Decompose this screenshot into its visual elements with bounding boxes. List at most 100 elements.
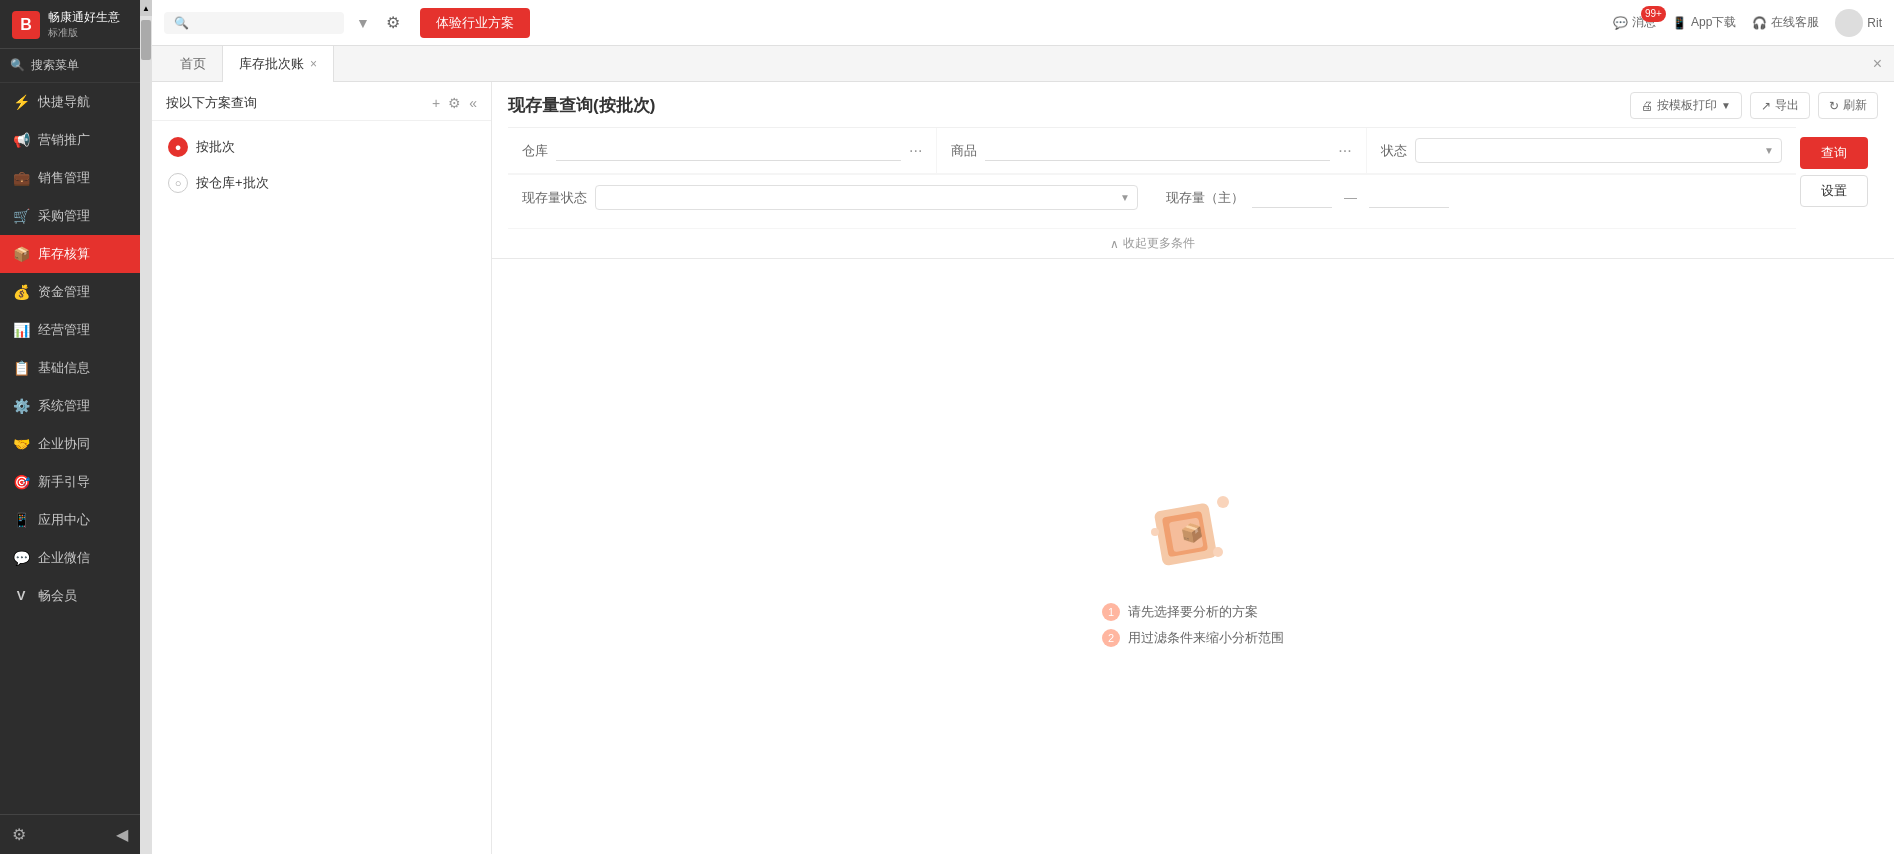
footer-collapse-icon[interactable]: ◀: [116, 825, 128, 844]
filter-row-1: 仓库 ··· 商品 ··· 状态: [508, 127, 1796, 174]
collapse-panel-icon[interactable]: «: [469, 95, 477, 111]
filter-row-2: 现存量状态 ▼ 现存量（主） —: [508, 174, 1796, 228]
scheme-item-by-batch[interactable]: ● 按批次: [152, 129, 491, 165]
message-icon: 💬: [1613, 16, 1628, 30]
sidebar-item-purchase[interactable]: 🛒 采购管理: [0, 197, 140, 235]
newbie-icon: 🎯: [12, 473, 30, 491]
filter-warehouse: 仓库 ···: [508, 128, 937, 174]
sidebar-scroll-track: ▲: [140, 0, 152, 854]
filter-status: 状态 ▼: [1367, 128, 1796, 174]
message-badge: 99+: [1641, 6, 1666, 22]
product-more-icon[interactable]: ···: [1338, 142, 1351, 160]
refresh-button[interactable]: ↻ 刷新: [1818, 92, 1878, 119]
status-select-wrapper: ▼: [1415, 138, 1782, 163]
mobile-icon: 📱: [1672, 16, 1687, 30]
wechat-icon: 💬: [12, 549, 30, 567]
filter-stock-quantity: 现存量（主） —: [1152, 175, 1796, 220]
topbar: 🔍 ▼ ⚙ 体验行业方案 💬 消息 99+ 📱 App下载 🎧 在线客服 Rit: [152, 0, 1894, 46]
sidebar-item-member[interactable]: V 畅会员: [0, 577, 140, 615]
stock-quantity-from[interactable]: [1252, 188, 1332, 208]
online-service-item[interactable]: 🎧 在线客服: [1752, 14, 1819, 31]
export-button[interactable]: ↗ 导出: [1750, 92, 1810, 119]
empty-tips: 1 请先选择要分析的方案 2 用过滤条件来缩小分析范围: [1102, 603, 1284, 647]
left-panel-actions: + ⚙ «: [432, 95, 477, 111]
svg-point-5: [1151, 528, 1159, 536]
sidebar-item-shortcut[interactable]: ⚡ 快捷导航: [0, 83, 140, 121]
topbar-search-input[interactable]: [195, 16, 315, 30]
inventory-icon: 📦: [12, 245, 30, 263]
scheme-item-warehouse-batch[interactable]: ○ 按仓库+批次: [152, 165, 491, 201]
operation-icon: 📊: [12, 321, 30, 339]
query-button[interactable]: 查询: [1800, 137, 1868, 169]
tab-inventory-batch[interactable]: 库存批次账 ×: [223, 46, 334, 82]
purchase-icon: 🛒: [12, 207, 30, 225]
trial-button[interactable]: 体验行业方案: [420, 8, 530, 38]
user-profile[interactable]: Rit: [1835, 9, 1882, 37]
sidebar-item-inventory[interactable]: 📦 库存核算: [0, 235, 140, 273]
filter-product: 商品 ···: [937, 128, 1366, 174]
sidebar-logo: B: [12, 11, 40, 39]
print-button[interactable]: 🖨 按模板打印 ▼: [1630, 92, 1742, 119]
tabbar-close-button[interactable]: ×: [1873, 55, 1882, 73]
query-header: 现存量查询(按批次) 🖨 按模板打印 ▼ ↗ 导出 ↻: [492, 82, 1894, 259]
member-icon: V: [12, 587, 30, 605]
tab-home[interactable]: 首页: [164, 46, 223, 82]
sidebar-item-finance[interactable]: 💰 资金管理: [0, 273, 140, 311]
tabbar: 首页 库存批次账 × ×: [152, 46, 1894, 82]
product-input[interactable]: [985, 141, 1330, 161]
scheme-inactive-icon: ○: [168, 173, 188, 193]
empty-state: 📦 1 请先选择要分析的方案 2 用过滤条件来缩小分析范围: [492, 259, 1894, 854]
warehouse-input[interactable]: [556, 141, 901, 161]
empty-tip-2: 2 用过滤条件来缩小分析范围: [1102, 629, 1284, 647]
sidebar-item-newbie[interactable]: 🎯 新手引导: [0, 463, 140, 501]
svg-point-4: [1217, 496, 1229, 508]
sidebar-item-operation[interactable]: 📊 经营管理: [0, 311, 140, 349]
filter-main: 仓库 ··· 商品 ··· 状态: [508, 127, 1796, 258]
page-title: 现存量查询(按批次): [508, 94, 655, 117]
stock-quantity-to[interactable]: [1369, 188, 1449, 208]
sidebar-brand: 畅康通好生意 标准版: [48, 10, 120, 40]
settings-button[interactable]: 设置: [1800, 175, 1868, 207]
scroll-thumb[interactable]: [141, 20, 151, 60]
system-icon: ⚙️: [12, 397, 30, 415]
sidebar-header: B 畅康通好生意 标准版: [0, 0, 140, 49]
message-item[interactable]: 💬 消息 99+: [1613, 14, 1656, 31]
right-panel: 现存量查询(按批次) 🖨 按模板打印 ▼ ↗ 导出 ↻: [492, 82, 1894, 854]
topbar-right: 💬 消息 99+ 📱 App下载 🎧 在线客服 Rit: [1613, 9, 1882, 37]
scheme-settings-icon[interactable]: ⚙: [448, 95, 461, 111]
quantity-dash: —: [1340, 190, 1361, 205]
sidebar-item-system[interactable]: ⚙️ 系统管理: [0, 387, 140, 425]
left-panel-header: 按以下方案查询 + ⚙ «: [152, 82, 491, 121]
sidebar-item-sales[interactable]: 💼 销售管理: [0, 159, 140, 197]
sidebar-item-apps[interactable]: 📱 应用中心: [0, 501, 140, 539]
shortcut-icon: ⚡: [12, 93, 30, 111]
sidebar-item-wechat[interactable]: 💬 企业微信: [0, 539, 140, 577]
sidebar-item-enterprise[interactable]: 🤝 企业协同: [0, 425, 140, 463]
sidebar-item-basic[interactable]: 📋 基础信息: [0, 349, 140, 387]
sidebar-nav: ⚡ 快捷导航 📢 营销推广 💼 销售管理 🛒 采购管理 📦 库存核算 💰 资金管…: [0, 83, 140, 814]
enterprise-icon: 🤝: [12, 435, 30, 453]
warehouse-more-icon[interactable]: ···: [909, 142, 922, 160]
status-select[interactable]: [1415, 138, 1782, 163]
empty-svg: 📦: [1143, 477, 1243, 577]
search-icon: 🔍: [10, 58, 25, 72]
print-dropdown-icon[interactable]: ▼: [1721, 100, 1731, 111]
topbar-search[interactable]: 🔍: [164, 12, 344, 34]
scroll-up-arrow[interactable]: ▲: [140, 0, 152, 16]
app-download-item[interactable]: 📱 App下载: [1672, 14, 1736, 31]
sidebar-item-marketing[interactable]: 📢 营销推广: [0, 121, 140, 159]
collapse-bar[interactable]: ∧ 收起更多条件: [508, 228, 1796, 258]
left-panel-title: 按以下方案查询: [166, 94, 257, 112]
topbar-settings-icon[interactable]: ⚙: [386, 13, 400, 32]
topbar-dropdown-icon[interactable]: ▼: [356, 15, 370, 31]
sales-icon: 💼: [12, 169, 30, 187]
marketing-icon: 📢: [12, 131, 30, 149]
tab-close-icon[interactable]: ×: [310, 57, 317, 71]
add-scheme-button[interactable]: +: [432, 95, 440, 111]
footer-settings-icon[interactable]: ⚙: [12, 825, 26, 844]
print-icon: 🖨: [1641, 99, 1653, 113]
finance-icon: 💰: [12, 283, 30, 301]
collapse-icon: ∧: [1110, 237, 1119, 251]
search-menu[interactable]: 🔍 搜索菜单: [0, 49, 140, 83]
stock-status-select[interactable]: [595, 185, 1138, 210]
